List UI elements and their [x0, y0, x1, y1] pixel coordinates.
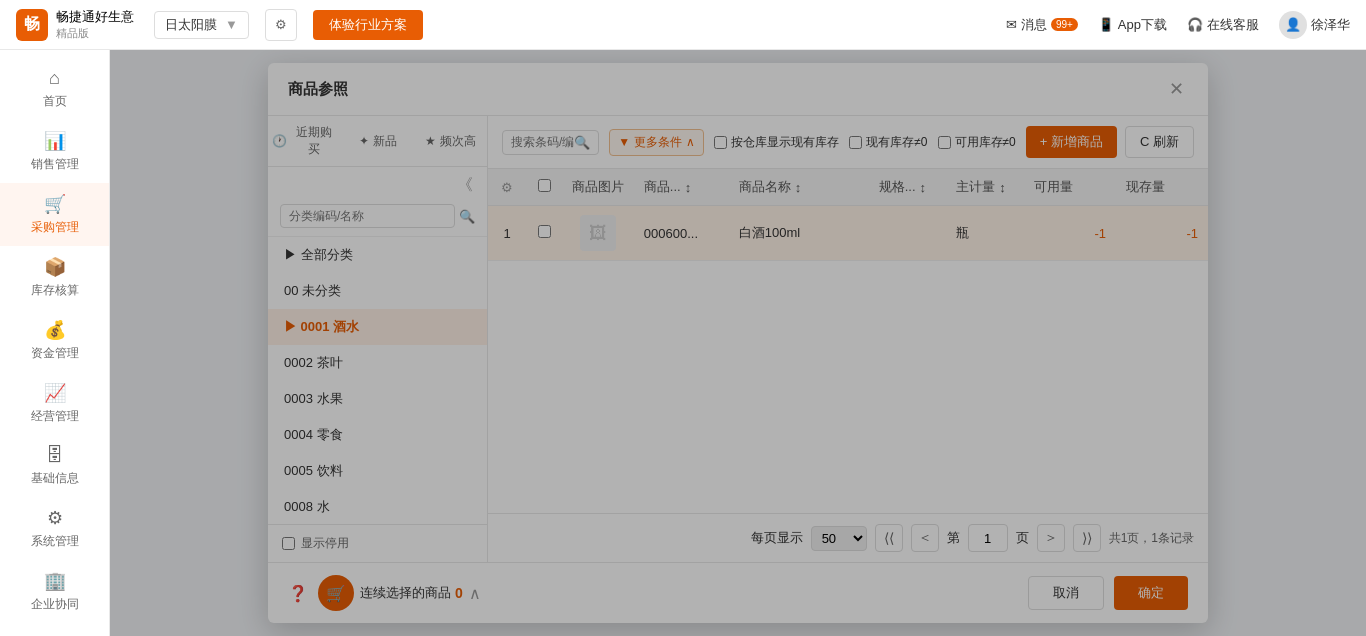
app-download-button[interactable]: 📱 App下载 [1098, 16, 1167, 34]
user-menu[interactable]: 👤 徐泽华 [1279, 11, 1350, 39]
sidebar-item-sales[interactable]: 📊 销售管理 [0, 120, 109, 183]
message-badge: 99+ [1051, 18, 1078, 31]
message-icon: ✉ [1006, 17, 1017, 32]
home-icon: ⌂ [49, 68, 60, 89]
navbar: 畅 畅捷通好生意 精品版 日太阳膜 ▼ ⚙ 体验行业方案 ✉ 消息 99+ 📱 … [0, 0, 1366, 50]
logo: 畅 畅捷通好生意 精品版 [16, 8, 134, 41]
sidebar-item-finance[interactable]: 💰 资金管理 [0, 309, 109, 372]
finance-icon: 💰 [44, 319, 66, 341]
trial-button[interactable]: 体验行业方案 [313, 10, 423, 40]
sidebar-item-base[interactable]: 🗄 基础信息 [0, 435, 109, 497]
enterprise-icon: 🏢 [44, 570, 66, 592]
settings-icon[interactable]: ⚙ [265, 9, 297, 41]
sidebar: ⌂ 首页 📊 销售管理 🛒 采购管理 📦 库存核算 💰 资金管理 📈 经营管理 … [0, 50, 110, 636]
sales-icon: 📊 [44, 130, 66, 152]
phone-icon: 📱 [1098, 17, 1114, 32]
sidebar-item-home[interactable]: ⌂ 首页 [0, 58, 109, 120]
logo-icon: 畅 [16, 9, 48, 41]
brand-selector[interactable]: 日太阳膜 ▼ [154, 11, 249, 39]
service-button[interactable]: 🎧 在线客服 [1187, 16, 1259, 34]
logo-text: 畅捷通好生意 精品版 [56, 8, 134, 41]
sidebar-item-enterprise[interactable]: 🏢 企业协同 [0, 560, 109, 623]
message-button[interactable]: ✉ 消息 99+ [1006, 16, 1078, 34]
navbar-right: ✉ 消息 99+ 📱 App下载 🎧 在线客服 👤 徐泽华 [1006, 11, 1350, 39]
main-layout: ⌂ 首页 📊 销售管理 🛒 采购管理 📦 库存核算 💰 资金管理 📈 经营管理 … [0, 50, 1366, 636]
content-area: 商品参照 ✕ 🕐 近期购买 ✦ 新品 [110, 50, 1366, 636]
sidebar-item-system[interactable]: ⚙ 系统管理 [0, 497, 109, 560]
base-icon: 🗄 [46, 445, 64, 466]
chevron-down-icon: ▼ [225, 17, 238, 32]
sidebar-item-guide[interactable]: 📖 新手引导 [0, 623, 109, 636]
headset-icon: 🎧 [1187, 17, 1203, 32]
system-icon: ⚙ [47, 507, 63, 529]
business-icon: 📈 [44, 382, 66, 404]
overlay-background [110, 50, 1366, 636]
avatar: 👤 [1279, 11, 1307, 39]
sidebar-item-business[interactable]: 📈 经营管理 [0, 372, 109, 435]
sidebar-item-inventory[interactable]: 📦 库存核算 [0, 246, 109, 309]
inventory-icon: 📦 [44, 256, 66, 278]
sidebar-item-purchase[interactable]: 🛒 采购管理 [0, 183, 109, 246]
purchase-icon: 🛒 [44, 193, 66, 215]
